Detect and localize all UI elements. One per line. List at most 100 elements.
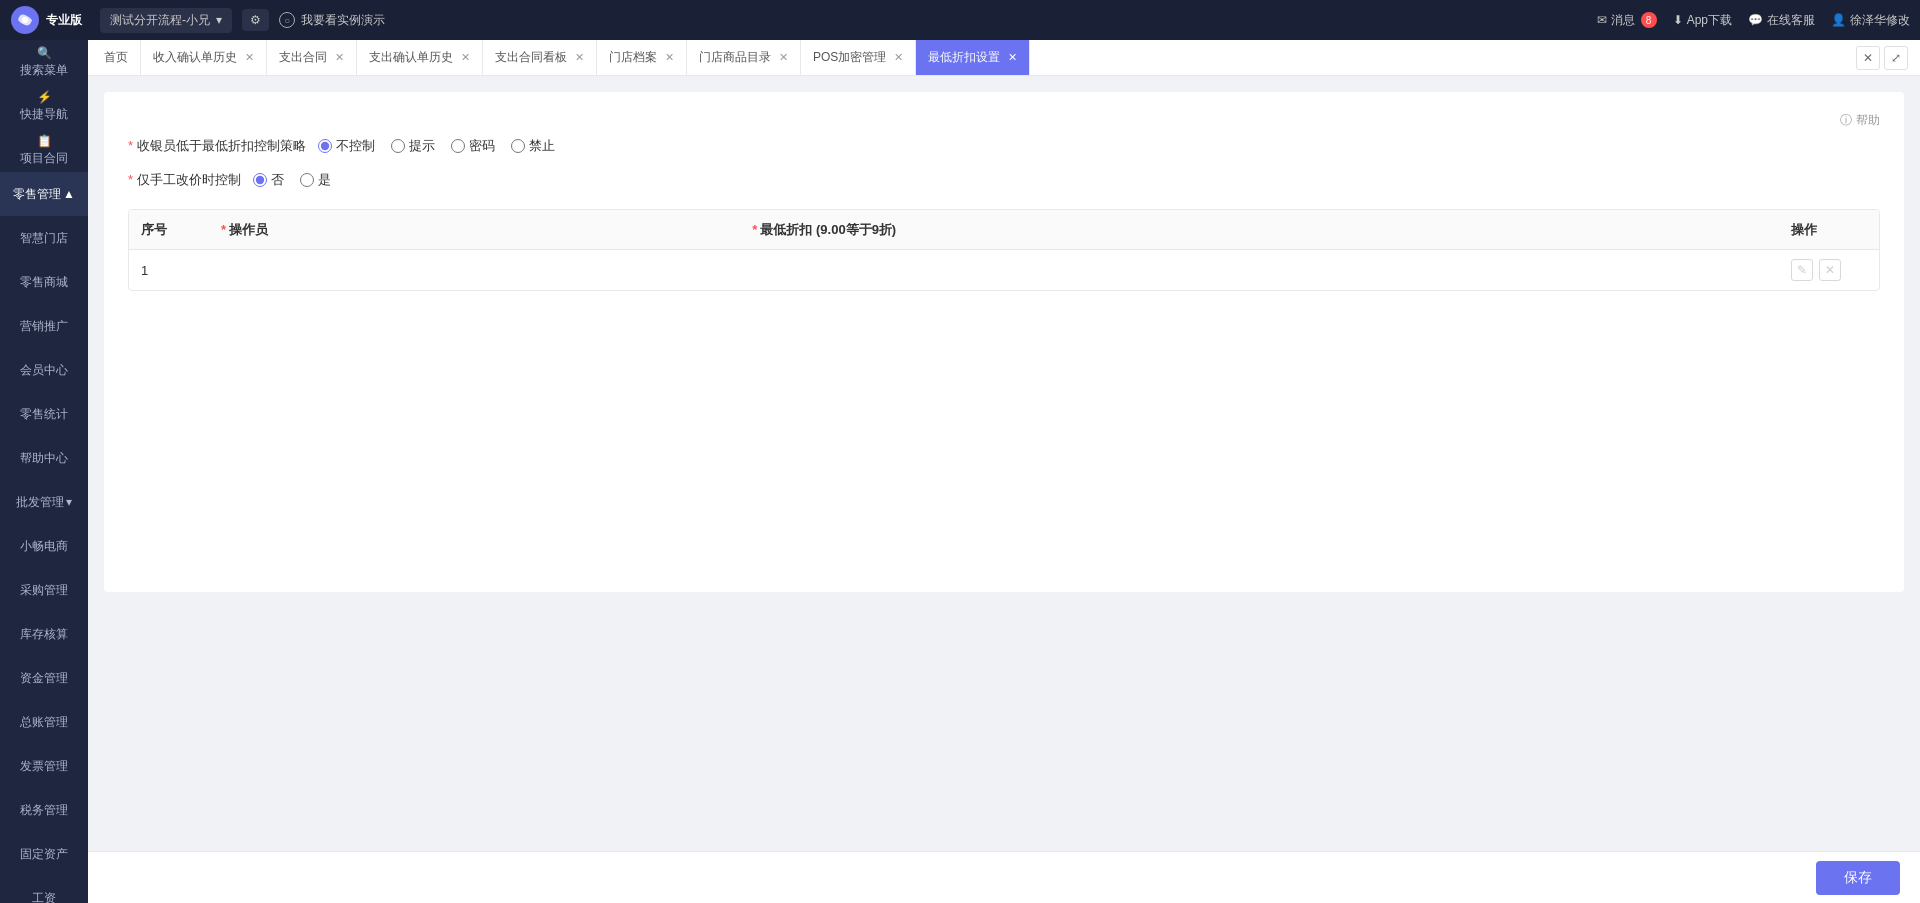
quick-nav-icon: ⚡ xyxy=(37,89,52,106)
tab-payment-contract-label: 支出合同 xyxy=(279,49,327,66)
tab-payment-history-label: 支出确认单历史 xyxy=(369,49,453,66)
cell-discount-1[interactable] xyxy=(740,255,1779,286)
sidebar-item-inventory[interactable]: 库存核算 xyxy=(0,612,88,656)
action-btns-1: ✎ ✕ xyxy=(1791,259,1841,281)
sidebar-label-fixed-assets: 固定资产 xyxy=(20,846,68,863)
sidebar-item-retail-manage[interactable]: 零售管理 ▲ xyxy=(0,172,88,216)
sidebar-item-search[interactable]: 🔍 搜索菜单 xyxy=(0,40,88,84)
tab-payment-contract-close[interactable]: ✕ xyxy=(335,51,344,64)
sidebar-label-search: 搜索菜单 xyxy=(20,62,68,79)
app-download-btn[interactable]: ⬇ App下载 xyxy=(1673,12,1732,29)
tab-home-label: 首页 xyxy=(104,49,128,66)
policy-no-control[interactable]: 不控制 xyxy=(318,137,375,155)
policy-row: 收银员低于最低折扣控制策略 不控制 提示 密码 xyxy=(128,137,1880,155)
tab-min-discount[interactable]: 最低折扣设置 ✕ xyxy=(916,40,1030,76)
sidebar-item-retail-stats[interactable]: 零售统计 xyxy=(0,392,88,436)
chevron-down-icon: ▾ xyxy=(66,494,72,511)
manual-yes-radio[interactable] xyxy=(300,173,314,187)
tab-store-catalog-close[interactable]: ✕ xyxy=(779,51,788,64)
policy-no-control-radio[interactable] xyxy=(318,139,332,153)
policy-no-control-label: 不控制 xyxy=(336,137,375,155)
tab-payment-history-close[interactable]: ✕ xyxy=(461,51,470,64)
sidebar-item-retail-shop[interactable]: 零售商城 xyxy=(0,260,88,304)
cell-seq-1: 1 xyxy=(129,255,209,286)
project-selector[interactable]: 测试分开流程-小兄 ▾ xyxy=(100,8,232,33)
demo-icon: ○ xyxy=(279,12,295,28)
policy-password-radio[interactable] xyxy=(451,139,465,153)
sidebar-label-ecommerce: 小畅电商 xyxy=(20,538,68,555)
seq-value-1: 1 xyxy=(141,263,148,278)
user-avatar-btn[interactable]: 👤 徐泽华修改 xyxy=(1831,12,1910,29)
tab-min-discount-label: 最低折扣设置 xyxy=(928,49,1000,66)
tab-pos-manage-close[interactable]: ✕ xyxy=(894,51,903,64)
demo-link[interactable]: ○ 我要看实例演示 xyxy=(279,12,385,29)
table-body: 1 ✎ ✕ xyxy=(129,250,1879,290)
help-btn[interactable]: ⓘ 帮助 xyxy=(1840,112,1880,129)
row-edit-btn-1[interactable]: ✎ xyxy=(1791,259,1813,281)
sidebar-item-marketing[interactable]: 营销推广 xyxy=(0,304,88,348)
tab-payment-board[interactable]: 支出合同看板 ✕ xyxy=(483,40,597,76)
tab-income-history[interactable]: 收入确认单历史 ✕ xyxy=(141,40,267,76)
sidebar-item-ecommerce[interactable]: 小畅电商 xyxy=(0,524,88,568)
manual-no[interactable]: 否 xyxy=(253,171,284,189)
manual-row: 仅手工改价时控制 否 是 xyxy=(128,171,1880,189)
online-service-btn[interactable]: 💬 在线客服 xyxy=(1748,12,1815,29)
avatar-icon: 👤 xyxy=(1831,13,1846,27)
sidebar-label-smart-store: 智慧门店 xyxy=(20,230,68,247)
sidebar-item-smart-store[interactable]: 智慧门店 xyxy=(0,216,88,260)
table-row: 1 ✎ ✕ xyxy=(129,250,1879,290)
sidebar-item-project-contract[interactable]: 📋 项目合同 xyxy=(0,128,88,172)
policy-forbid[interactable]: 禁止 xyxy=(511,137,555,155)
sidebar-item-wholesale[interactable]: 批发管理 ▾ xyxy=(0,480,88,524)
sidebar-item-member-center[interactable]: 会员中心 xyxy=(0,348,88,392)
sidebar-item-invoice[interactable]: 发票管理 xyxy=(0,744,88,788)
tab-pos-manage[interactable]: POS加密管理 ✕ xyxy=(801,40,916,76)
policy-hint[interactable]: 提示 xyxy=(391,137,435,155)
demo-label: 我要看实例演示 xyxy=(301,12,385,29)
tab-close-btn[interactable]: ✕ xyxy=(1856,46,1880,70)
cell-operator-1[interactable] xyxy=(209,255,740,286)
tab-maximize-btn[interactable]: ⤢ xyxy=(1884,46,1908,70)
tab-store-files[interactable]: 门店档案 ✕ xyxy=(597,40,687,76)
tab-income-history-close[interactable]: ✕ xyxy=(245,51,254,64)
tab-store-catalog[interactable]: 门店商品目录 ✕ xyxy=(687,40,801,76)
tab-payment-contract[interactable]: 支出合同 ✕ xyxy=(267,40,357,76)
sidebar-item-tax[interactable]: 税务管理 xyxy=(0,788,88,832)
sidebar-item-fixed-assets[interactable]: 固定资产 xyxy=(0,832,88,876)
tab-payment-history[interactable]: 支出确认单历史 ✕ xyxy=(357,40,483,76)
col-header-discount: * 最低折扣 (9.00等于9折) xyxy=(740,213,1779,247)
tab-min-discount-close[interactable]: ✕ xyxy=(1008,51,1017,64)
policy-hint-radio[interactable] xyxy=(391,139,405,153)
tabbar: 首页 收入确认单历史 ✕ 支出合同 ✕ 支出确认单历史 ✕ 支出合同看板 ✕ 门… xyxy=(88,40,1920,76)
operator-required-mark: * xyxy=(221,222,226,237)
tab-home[interactable]: 首页 xyxy=(92,40,141,76)
policy-forbid-radio[interactable] xyxy=(511,139,525,153)
search-icon: 🔍 xyxy=(37,45,52,62)
sidebar-label-purchase: 采购管理 xyxy=(20,582,68,599)
manual-no-radio[interactable] xyxy=(253,173,267,187)
manual-yes[interactable]: 是 xyxy=(300,171,331,189)
col-seq-label: 序号 xyxy=(141,221,167,239)
service-icon: 💬 xyxy=(1748,13,1763,27)
manual-no-label: 否 xyxy=(271,171,284,189)
settings-icon-btn[interactable]: ⚙ xyxy=(242,9,269,31)
tab-payment-board-close[interactable]: ✕ xyxy=(575,51,584,64)
tab-store-files-close[interactable]: ✕ xyxy=(665,51,674,64)
save-button[interactable]: 保存 xyxy=(1816,861,1900,895)
sidebar-item-purchase[interactable]: 采购管理 xyxy=(0,568,88,612)
sidebar-item-help-center[interactable]: 帮助中心 xyxy=(0,436,88,480)
col-operator-label: 操作员 xyxy=(229,221,268,239)
message-btn[interactable]: ✉ 消息 8 xyxy=(1597,12,1657,29)
row-delete-btn-1[interactable]: ✕ xyxy=(1819,259,1841,281)
sidebar-item-salary[interactable]: 工资 xyxy=(0,876,88,903)
online-service-label: 在线客服 xyxy=(1767,12,1815,29)
sidebar-item-finance[interactable]: 资金管理 xyxy=(0,656,88,700)
sidebar-item-ledger[interactable]: 总账管理 xyxy=(0,700,88,744)
operator-input-1[interactable] xyxy=(221,263,728,278)
discount-input-1[interactable] xyxy=(752,263,1767,278)
sidebar: 🔍 搜索菜单 ⚡ 快捷导航 📋 项目合同 零售管理 ▲ 智慧门店 零售商城 营销… xyxy=(0,40,88,903)
sidebar-item-quick-nav[interactable]: ⚡ 快捷导航 xyxy=(0,84,88,128)
sidebar-label-help-center: 帮助中心 xyxy=(20,450,68,467)
sidebar-label-retail-stats: 零售统计 xyxy=(20,406,68,423)
policy-password[interactable]: 密码 xyxy=(451,137,495,155)
